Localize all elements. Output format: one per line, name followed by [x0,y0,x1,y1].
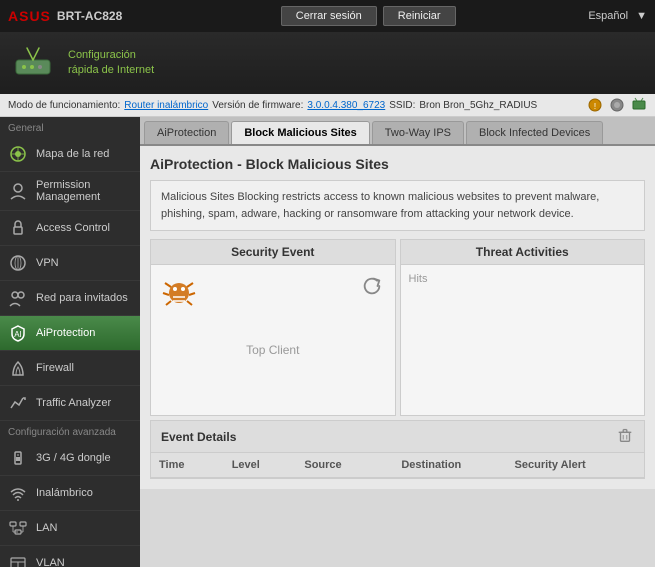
sidebar-label-firewall: Firewall [36,362,74,374]
network-map-icon [8,144,28,164]
router-icon-area [8,38,58,88]
header-title: Configuraciónrápida de Internet [68,48,154,79]
top-client-label: Top Client [246,343,299,357]
info-bar: Modo de funcionamiento: Router inalámbri… [0,94,655,117]
permission-icon [8,181,28,201]
wireless-icon [8,483,28,503]
event-details-title: Event Details [161,430,236,444]
firmware-label: Versión de firmware: [212,100,303,111]
ssid-label: SSID: [389,100,415,111]
tab-block-malicious[interactable]: Block Malicious Sites [231,121,369,144]
firmware-link[interactable]: 3.0.0.4.380_6723 [307,100,385,111]
sidebar-item-permission[interactable]: Permission Management [0,172,140,211]
top-right: Español ▼ [588,10,647,22]
threat-activities-panel: Threat Activities Hits [400,239,646,416]
sidebar-label-access-control: Access Control [36,222,110,234]
event-table-header: Time Level Source Destination Security A… [151,453,644,478]
info-icons: ! [587,97,647,113]
main-layout: General Mapa de la red Permission Manage… [0,117,655,567]
svg-text:AI: AI [14,330,22,339]
traffic-analyzer-icon [8,393,28,413]
lan-icon [8,518,28,538]
sidebar-label-vpn: VPN [36,257,59,269]
ssid-value: Bron Bron_5Ghz_RADIUS [419,100,537,111]
sidebar-item-firewall[interactable]: Firewall [0,351,140,386]
led-icon-1: ! [587,97,603,113]
sidebar-label-aiprotection: AiProtection [36,327,95,339]
sidebar-label-traffic-analyzer: Traffic Analyzer [36,397,111,409]
sidebar-item-lan[interactable]: LAN [0,511,140,546]
language-label: Español [588,10,628,22]
mode-link[interactable]: Router inalámbrico [124,100,208,111]
aiprotection-icon: AI [8,323,28,343]
sidebar-item-access-control[interactable]: Access Control [0,211,140,246]
col-level: Level [224,457,297,473]
trash-icon[interactable] [616,426,634,447]
sidebar-item-traffic-analyzer[interactable]: Traffic Analyzer [0,386,140,421]
logo-area: ASUS BRT-AC828 [8,8,148,24]
chevron-down-icon: ▼ [636,10,647,22]
hits-label: Hits [409,273,428,285]
sidebar-label-permission: Permission Management [36,179,132,203]
security-event-panel: Security Event [150,239,396,416]
vlan-icon [8,553,28,567]
restart-button[interactable]: Reiniciar [383,6,456,26]
panels-row: Security Event [150,239,645,416]
security-event-header: Security Event [151,240,395,265]
3g-dongle-icon [8,448,28,468]
tab-aiprotection[interactable]: AiProtection [144,121,229,144]
svg-text:!: ! [594,102,596,111]
sidebar-label-lan: LAN [36,522,57,534]
led-icon-2 [609,97,625,113]
sidebar-item-red-invitados[interactable]: Red para invitados [0,281,140,316]
tabs-bar: AiProtection Block Malicious Sites Two-W… [140,117,655,146]
top-bar: ASUS BRT-AC828 Cerrar sesión Reiniciar E… [0,0,655,32]
guest-network-icon [8,288,28,308]
sidebar-item-inalambrico[interactable]: Inalámbrico [0,476,140,511]
description-text: Malicious Sites Blocking restricts acces… [161,191,599,220]
content-area: AiProtection Block Malicious Sites Two-W… [140,117,655,567]
sidebar-section-general: General [0,117,140,137]
threat-activities-header: Threat Activities [401,240,645,265]
security-event-body: Top Client [151,265,395,415]
led-icon-3 [631,97,647,113]
firewall-icon [8,358,28,378]
page-title: AiProtection - Block Malicious Sites [150,156,645,172]
sidebar-label-inalambrico: Inalámbrico [36,487,93,499]
sidebar-item-vlan[interactable]: VLAN [0,546,140,567]
sidebar: General Mapa de la red Permission Manage… [0,117,140,567]
tab-block-infected[interactable]: Block Infected Devices [466,121,603,144]
asus-logo: ASUS [8,8,51,24]
sidebar-item-mapa-red[interactable]: Mapa de la red [0,137,140,172]
event-details-section: Event Details Time [150,420,645,479]
router-icon [12,42,54,84]
logout-button[interactable]: Cerrar sesión [281,6,377,26]
bug-icon [161,275,197,311]
col-time: Time [151,457,224,473]
header-title-text: Configuraciónrápida de Internet [68,48,154,79]
col-source: Source [296,457,393,473]
sidebar-item-aiprotection[interactable]: AI AiProtection [0,316,140,351]
mode-label: Modo de funcionamiento: [8,100,120,111]
sidebar-label-mapa-red: Mapa de la red [36,148,109,160]
sidebar-item-vpn[interactable]: VPN [0,246,140,281]
model-name: BRT-AC828 [57,9,122,23]
sidebar-label-3g-dongle: 3G / 4G dongle [36,452,111,464]
top-bar-buttons: Cerrar sesión Reiniciar [148,6,588,26]
sidebar-label-red-invitados: Red para invitados [36,292,128,304]
sidebar-item-3g-dongle[interactable]: 3G / 4G dongle [0,441,140,476]
threat-activities-body: Hits [401,265,645,415]
tab-two-way-ips[interactable]: Two-Way IPS [372,121,464,144]
content-inner: AiProtection - Block Malicious Sites Mal… [140,146,655,489]
refresh-icon[interactable] [361,275,385,299]
header-band: Configuraciónrápida de Internet [0,32,655,94]
description-box: Malicious Sites Blocking restricts acces… [150,180,645,231]
vpn-icon [8,253,28,273]
sidebar-section-advanced: Configuración avanzada [0,421,140,441]
access-control-icon [8,218,28,238]
col-destination: Destination [393,457,506,473]
col-security-alert: Security Alert [507,457,644,473]
event-details-header: Event Details [151,421,644,453]
